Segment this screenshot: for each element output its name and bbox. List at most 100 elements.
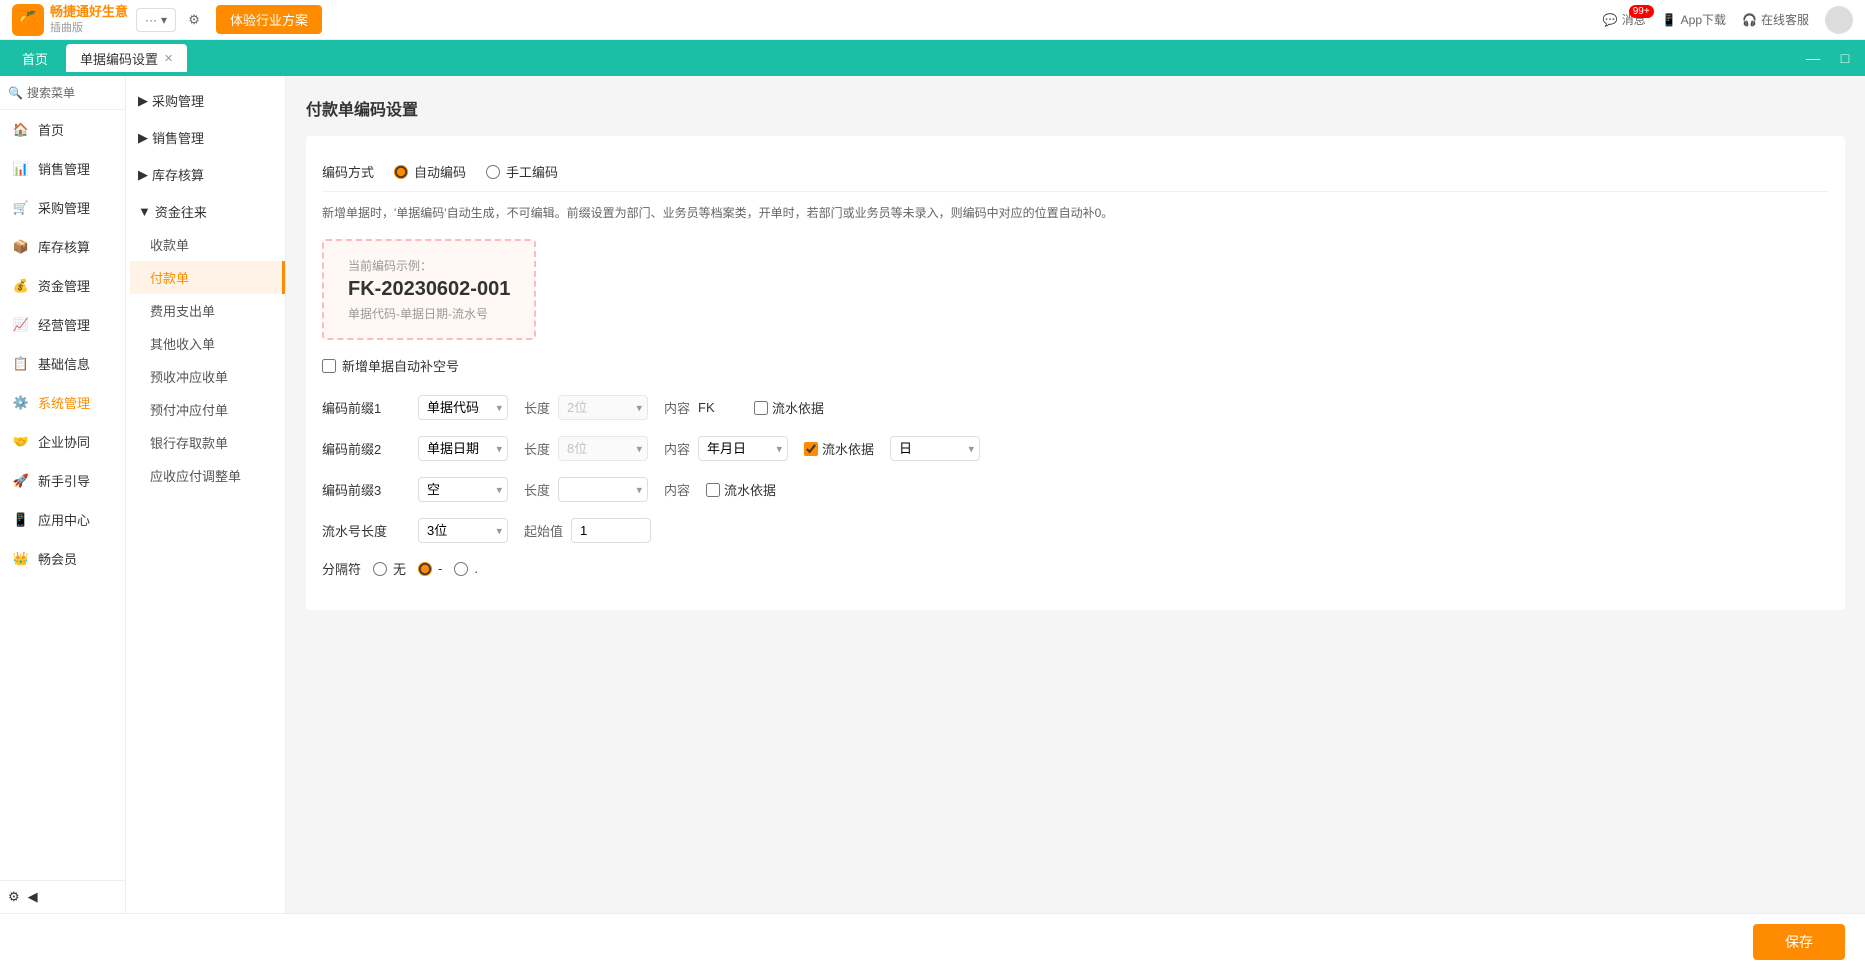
sub-menu-purchase-header[interactable]: ▶ 采购管理 xyxy=(126,84,285,117)
prefix3-length-select-wrapper xyxy=(558,477,648,502)
sidebar-collapse-icon[interactable]: ◀ xyxy=(28,889,38,905)
search-label: 搜索菜单 xyxy=(27,84,75,101)
sub-menu-prepay-payable[interactable]: 预付冲应付单 xyxy=(130,393,285,426)
prefix1-select[interactable]: 单据代码 xyxy=(418,395,508,420)
sidebar-item-member[interactable]: 👑 畅会员 xyxy=(0,539,125,578)
tabbar-actions: — □ xyxy=(1801,46,1857,70)
code-preview-box: 当前编码示例： FK-20230602-001 单据代码-单据日期-流水号 xyxy=(322,239,536,340)
separator-dot-radio[interactable] xyxy=(454,562,468,576)
sub-menu-receipt[interactable]: 收款单 xyxy=(130,228,285,261)
serial-length-select[interactable]: 3位 xyxy=(418,518,508,543)
sidebar-settings-icon[interactable]: ⚙ xyxy=(8,889,20,905)
prefix3-content-group: 内容 xyxy=(664,480,690,499)
save-button[interactable]: 保存 xyxy=(1753,924,1845,960)
separator-row: 分隔符 无 - . xyxy=(322,559,1829,578)
sidebar-item-basic[interactable]: 📋 基础信息 xyxy=(0,344,125,383)
separator-dot-text: . xyxy=(474,561,478,576)
online-service-item[interactable]: 🎧 在线客服 xyxy=(1742,11,1809,28)
manual-code-radio-label[interactable]: 手工编码 xyxy=(486,162,558,181)
start-value-input[interactable] xyxy=(571,518,651,543)
sub-menu-adjustment[interactable]: 应收应付调整单 xyxy=(130,459,285,492)
sales-icon: 📊 xyxy=(12,160,30,178)
sub-menu-purchase: ▶ 采购管理 xyxy=(126,84,285,117)
sidebar-item-home[interactable]: 🏠 首页 xyxy=(0,110,125,149)
prefix2-select[interactable]: 单据日期 xyxy=(418,436,508,461)
user-avatar[interactable] xyxy=(1825,6,1853,34)
trial-button[interactable]: 体验行业方案 xyxy=(216,5,322,34)
prefix2-serial-checkbox[interactable] xyxy=(804,442,818,456)
sub-menu-prepay-receivable[interactable]: 预收冲应收单 xyxy=(130,360,285,393)
sidebar-item-apps[interactable]: 📱 应用中心 xyxy=(0,500,125,539)
topbar-right: 💬 消息 99+ 📱 App下载 🎧 在线客服 xyxy=(1603,6,1853,34)
sidebar-search[interactable]: 🔍 搜索菜单 xyxy=(0,76,125,110)
tab-coding-settings[interactable]: 单据编码设置 ✕ xyxy=(66,44,187,72)
prefix1-row: 编码前缀1 单据代码 长度 2位 内容 FK xyxy=(322,395,1829,420)
auto-code-radio[interactable] xyxy=(394,165,408,179)
sub-menu-bank-deposit[interactable]: 银行存取款单 xyxy=(130,426,285,459)
sidebar-item-finance[interactable]: 💰 资金管理 xyxy=(0,266,125,305)
sub-menu-fund-header[interactable]: ▼ 资金往来 xyxy=(126,195,285,228)
sub-menu-expense[interactable]: 费用支出单 xyxy=(130,294,285,327)
guide-icon: 🚀 xyxy=(12,472,30,490)
sidebar-item-inventory[interactable]: 📦 库存核算 xyxy=(0,227,125,266)
bottom-bar: 保存 xyxy=(0,913,1865,969)
info-text: 新增单据时，'单据编码'自动生成，不可编辑。前缀设置为部门、业务员等档案类，开单… xyxy=(322,204,1829,223)
sidebar-item-cooperation[interactable]: 🤝 企业协同 xyxy=(0,422,125,461)
prefix3-serial-label: 流水依据 xyxy=(724,480,776,499)
prefix3-select[interactable]: 空 xyxy=(418,477,508,502)
sub-menu-sales-header[interactable]: ▶ 销售管理 xyxy=(126,121,285,154)
separator-dot-label[interactable]: . xyxy=(454,561,478,576)
sub-menu-purchase-label: 采购管理 xyxy=(152,91,204,110)
chevron-down-icon: ▾ xyxy=(161,13,167,27)
window-maximize-button[interactable]: □ xyxy=(1833,46,1857,70)
page-title: 付款单编码设置 xyxy=(306,96,1845,120)
sidebar: 🔍 搜索菜单 🏠 首页 📊 销售管理 🛒 采购管理 📦 库存核算 💰 资金管理 … xyxy=(0,76,126,913)
auto-fill-label: 新增单据自动补空号 xyxy=(342,356,459,375)
nav-dropdown[interactable]: ··· ▾ xyxy=(136,8,176,32)
prefix2-length-select: 8位 xyxy=(558,436,648,461)
sub-sidebar: ▶ 采购管理 ▶ 销售管理 ▶ 库存核算 ▼ 资金往来 收款单 xyxy=(126,76,286,913)
app-download-item[interactable]: 📱 App下载 xyxy=(1662,11,1726,28)
apps-icon: 📱 xyxy=(12,511,30,529)
sidebar-item-guide[interactable]: 🚀 新手引导 xyxy=(0,461,125,500)
auto-code-radio-label[interactable]: 自动编码 xyxy=(394,162,466,181)
tab-close-icon[interactable]: ✕ xyxy=(164,52,173,65)
sidebar-item-system[interactable]: ⚙️ 系统管理 xyxy=(0,383,125,422)
sub-menu-payment[interactable]: 付款单 xyxy=(130,261,285,294)
prefix2-length-select-wrapper: 8位 xyxy=(558,436,648,461)
sub-menu-other-income[interactable]: 其他收入单 xyxy=(130,327,285,360)
prefix2-content-select[interactable]: 年月日 xyxy=(698,436,788,461)
message-item[interactable]: 💬 消息 99+ xyxy=(1603,11,1646,28)
sub-menu-inventory: ▶ 库存核算 xyxy=(126,158,285,191)
sidebar-item-inventory-label: 库存核算 xyxy=(38,237,90,256)
inventory-icon: 📦 xyxy=(12,238,30,256)
separator-none-radio[interactable] xyxy=(373,562,387,576)
prefix3-serial-checkbox[interactable] xyxy=(706,483,720,497)
separator-dash-label[interactable]: - xyxy=(418,561,442,576)
settings-icon[interactable]: ⚙ xyxy=(180,6,208,34)
separator-label: 分隔符 xyxy=(322,559,361,578)
serial-row: 流水号长度 3位 起始值 xyxy=(322,518,1829,543)
coding-mode-row: 编码方式 自动编码 手工编码 xyxy=(322,152,1829,192)
tab-home[interactable]: 首页 xyxy=(8,44,62,72)
prefix3-length-group: 长度 xyxy=(524,477,648,502)
manual-code-radio[interactable] xyxy=(486,165,500,179)
auto-fill-checkbox[interactable] xyxy=(322,359,336,373)
separator-none-label[interactable]: 无 xyxy=(373,559,406,578)
separator-dash-radio[interactable] xyxy=(418,562,432,576)
prefix1-length-select-wrapper: 2位 xyxy=(558,395,648,420)
prefix2-period-select[interactable]: 日 xyxy=(890,436,980,461)
prefix2-row: 编码前缀2 单据日期 长度 8位 内容 xyxy=(322,436,1829,461)
chevron-right-icon: ▶ xyxy=(138,93,148,109)
prefix3-length-select[interactable] xyxy=(558,477,648,502)
sidebar-item-sales[interactable]: 📊 销售管理 xyxy=(0,149,125,188)
sub-menu-inventory-header[interactable]: ▶ 库存核算 xyxy=(126,158,285,191)
auto-fill-row: 新增单据自动补空号 xyxy=(322,356,1829,375)
prefix3-serial-group: 流水依据 xyxy=(706,480,776,499)
prefix1-serial-checkbox[interactable] xyxy=(754,401,768,415)
sidebar-item-purchase[interactable]: 🛒 采购管理 xyxy=(0,188,125,227)
prefix1-serial-group: 流水依据 xyxy=(754,398,824,417)
window-minimize-button[interactable]: — xyxy=(1801,46,1825,70)
prefix1-label: 编码前缀1 xyxy=(322,398,402,417)
sidebar-item-operations[interactable]: 📈 经营管理 xyxy=(0,305,125,344)
